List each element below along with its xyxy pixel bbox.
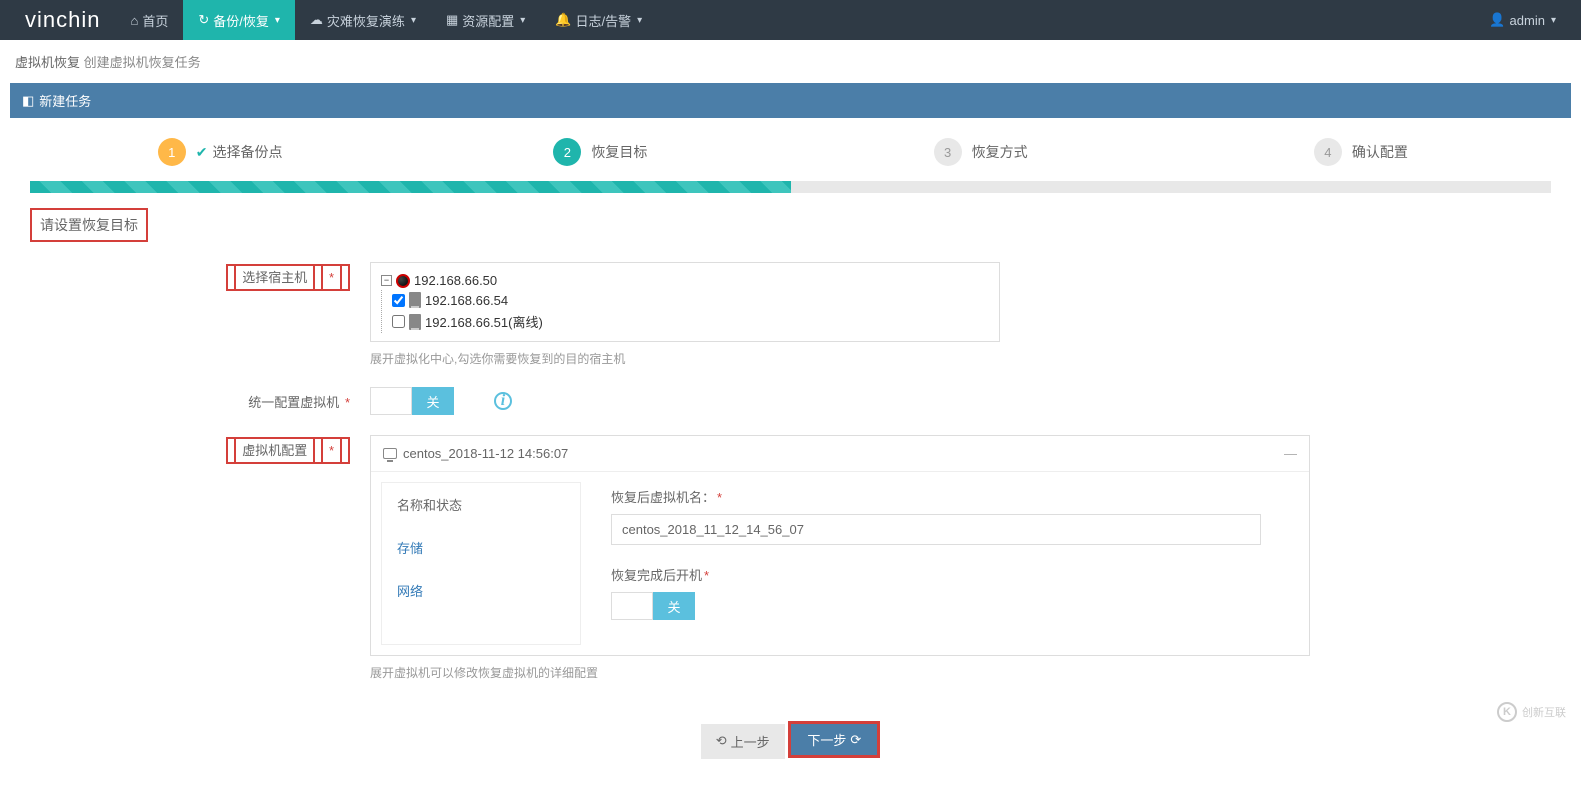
tree-root[interactable]: − 192.168.66.50 bbox=[381, 271, 989, 290]
nav-home-label: 首页 bbox=[142, 11, 168, 30]
vcenter-icon bbox=[396, 274, 410, 288]
toggle-unified-left[interactable] bbox=[370, 387, 412, 415]
row-select-host: 选择宿主机 * − 192.168.66.50 192.168.66.54 bbox=[30, 262, 1551, 367]
restored-name-input[interactable] bbox=[611, 514, 1261, 545]
next-button-label: 下一步 bbox=[807, 730, 846, 749]
row-vm-config: 虚拟机配置 * centos_2018-11-12 14:56:07 — 名称和… bbox=[30, 435, 1551, 681]
host-hint: 展开虚拟化中心,勾选你需要恢复到的目的宿主机 bbox=[370, 350, 1000, 367]
vm-config-header[interactable]: centos_2018-11-12 14:56:07 — bbox=[371, 436, 1309, 472]
top-navbar: vinchin ⌂ 首页 ↻ 备份/恢复 ▾ ☁ 灾难恢复演练 ▾ ▦ 资源配置… bbox=[0, 0, 1581, 40]
headset-icon: ☁ bbox=[310, 12, 323, 28]
label-unified-config: 统一配置虚拟机 * bbox=[30, 387, 370, 415]
step-3-label: 恢复方式 bbox=[972, 142, 1028, 162]
step-1-num: 1 bbox=[158, 138, 186, 166]
user-icon: 👤 bbox=[1489, 12, 1505, 28]
step-3[interactable]: 3 恢复方式 bbox=[791, 138, 1171, 166]
restored-name-label: 恢复后虚拟机名：* bbox=[611, 487, 1289, 506]
nav-disaster[interactable]: ☁ 灾难恢复演练 ▾ bbox=[295, 0, 431, 40]
vm-config-panel: centos_2018-11-12 14:56:07 — 名称和状态 存储 网络… bbox=[370, 435, 1310, 656]
grid-icon: ▦ bbox=[446, 12, 458, 28]
nav-home[interactable]: ⌂ 首页 bbox=[115, 0, 183, 40]
tree-host-2-label: 192.168.66.51(离线) bbox=[425, 312, 543, 331]
step-1-label: 选择备份点 bbox=[212, 142, 282, 162]
main-panel: ◧ 新建任务 1 ✔选择备份点 2 恢复目标 3 恢复方式 4 确认配置 请设置… bbox=[10, 83, 1571, 789]
host-checkbox-2[interactable] bbox=[392, 315, 405, 328]
prev-button-label: 上一步 bbox=[731, 732, 770, 751]
step-4[interactable]: 4 确认配置 bbox=[1171, 138, 1551, 166]
step-2-num: 2 bbox=[553, 138, 581, 166]
monitor-icon bbox=[383, 448, 397, 459]
section-title: 请设置恢复目标 bbox=[30, 208, 148, 242]
label-select-host: 选择宿主机 * bbox=[30, 262, 370, 367]
step-wizard: 1 ✔选择备份点 2 恢复目标 3 恢复方式 4 确认配置 bbox=[30, 133, 1551, 181]
caret-down-icon: ▾ bbox=[520, 15, 525, 26]
breadcrumb: 虚拟机恢复 创建虚拟机恢复任务 bbox=[0, 40, 1581, 83]
host-tree: − 192.168.66.50 192.168.66.54 bbox=[370, 262, 1000, 342]
vm-tab-storage[interactable]: 存储 bbox=[382, 526, 580, 569]
host-checkbox-1[interactable] bbox=[392, 294, 405, 307]
panel-title: 新建任务 bbox=[39, 91, 91, 110]
arrow-left-icon: ⟲ bbox=[716, 733, 727, 749]
nav-resource-label: 资源配置 bbox=[462, 11, 514, 30]
row-unified-config: 统一配置虚拟机 * 关 i bbox=[30, 387, 1551, 415]
vm-config-hint: 展开虚拟机可以修改恢复虚拟机的详细配置 bbox=[370, 664, 1310, 681]
nav-resource[interactable]: ▦ 资源配置 ▾ bbox=[431, 0, 540, 40]
info-icon[interactable]: i bbox=[494, 392, 512, 410]
step-2[interactable]: 2 恢复目标 bbox=[410, 138, 790, 166]
watermark: K 创新互联 bbox=[1497, 702, 1566, 722]
user-menu[interactable]: 👤 admin ▾ bbox=[1474, 12, 1571, 28]
arrow-right-icon: ⟳ bbox=[850, 732, 861, 748]
tree-root-label: 192.168.66.50 bbox=[414, 273, 497, 288]
tree-host-1-label: 192.168.66.54 bbox=[425, 293, 508, 308]
toggle-poweron-left[interactable] bbox=[611, 592, 653, 620]
panel-body: 1 ✔选择备份点 2 恢复目标 3 恢复方式 4 确认配置 请设置恢复目标 选择… bbox=[10, 118, 1571, 789]
panel-header: ◧ 新建任务 bbox=[10, 83, 1571, 118]
step-4-num: 4 bbox=[1314, 138, 1342, 166]
refresh-icon: ↻ bbox=[198, 12, 209, 28]
nav-log[interactable]: 🔔 日志/告警 ▾ bbox=[540, 0, 657, 40]
step-4-label: 确认配置 bbox=[1352, 142, 1408, 162]
caret-down-icon: ▾ bbox=[637, 15, 642, 26]
cube-icon: ◧ bbox=[22, 93, 34, 109]
check-icon: ✔ bbox=[196, 144, 208, 161]
label-vm-config: 虚拟机配置 * bbox=[30, 435, 370, 681]
vm-tab-network[interactable]: 网络 bbox=[382, 569, 580, 612]
prev-button[interactable]: ⟲ 上一步 bbox=[701, 724, 785, 759]
vm-tab-content: 恢复后虚拟机名：* 恢复完成后开机* 关 bbox=[601, 482, 1299, 645]
watermark-logo-icon: K bbox=[1497, 702, 1517, 722]
host-icon bbox=[409, 314, 421, 330]
vm-tabs: 名称和状态 存储 网络 bbox=[381, 482, 581, 645]
collapse-icon[interactable]: — bbox=[1284, 446, 1297, 461]
tree-host-1[interactable]: 192.168.66.54 bbox=[392, 290, 989, 310]
next-button[interactable]: 下一步 ⟳ bbox=[788, 721, 880, 758]
nav-log-label: 日志/告警 bbox=[576, 11, 632, 30]
toggle-unified-off[interactable]: 关 bbox=[412, 387, 454, 415]
bell-icon: 🔔 bbox=[555, 12, 571, 28]
home-icon: ⌂ bbox=[130, 13, 138, 28]
toggle-poweron-off[interactable]: 关 bbox=[653, 592, 695, 620]
step-1[interactable]: 1 ✔选择备份点 bbox=[30, 138, 410, 166]
nav-backup-label: 备份/恢复 bbox=[213, 11, 269, 30]
brand-logo: vinchin bbox=[10, 7, 115, 33]
step-2-label: 恢复目标 bbox=[591, 142, 647, 162]
vm-name: centos_2018-11-12 14:56:07 bbox=[403, 446, 568, 461]
vm-tab-name-state[interactable]: 名称和状态 bbox=[382, 483, 580, 526]
tree-collapse-icon[interactable]: − bbox=[381, 275, 392, 286]
progress-bar bbox=[30, 181, 1551, 193]
footer-buttons: ⟲ 上一步 下一步 ⟳ bbox=[30, 701, 1551, 769]
host-icon bbox=[409, 292, 421, 308]
breadcrumb-main: 虚拟机恢复 bbox=[15, 55, 80, 70]
nav-disaster-label: 灾难恢复演练 bbox=[327, 11, 405, 30]
user-name: admin bbox=[1510, 13, 1545, 28]
caret-down-icon: ▾ bbox=[275, 15, 280, 26]
poweron-label: 恢复完成后开机* bbox=[611, 565, 1289, 584]
step-3-num: 3 bbox=[934, 138, 962, 166]
tree-host-2[interactable]: 192.168.66.51(离线) bbox=[392, 310, 989, 333]
breadcrumb-sub: 创建虚拟机恢复任务 bbox=[84, 55, 201, 70]
watermark-text: 创新互联 bbox=[1522, 704, 1566, 720]
nav-backup-restore[interactable]: ↻ 备份/恢复 ▾ bbox=[183, 0, 295, 40]
caret-down-icon: ▾ bbox=[411, 15, 416, 26]
caret-down-icon: ▾ bbox=[1551, 15, 1556, 26]
